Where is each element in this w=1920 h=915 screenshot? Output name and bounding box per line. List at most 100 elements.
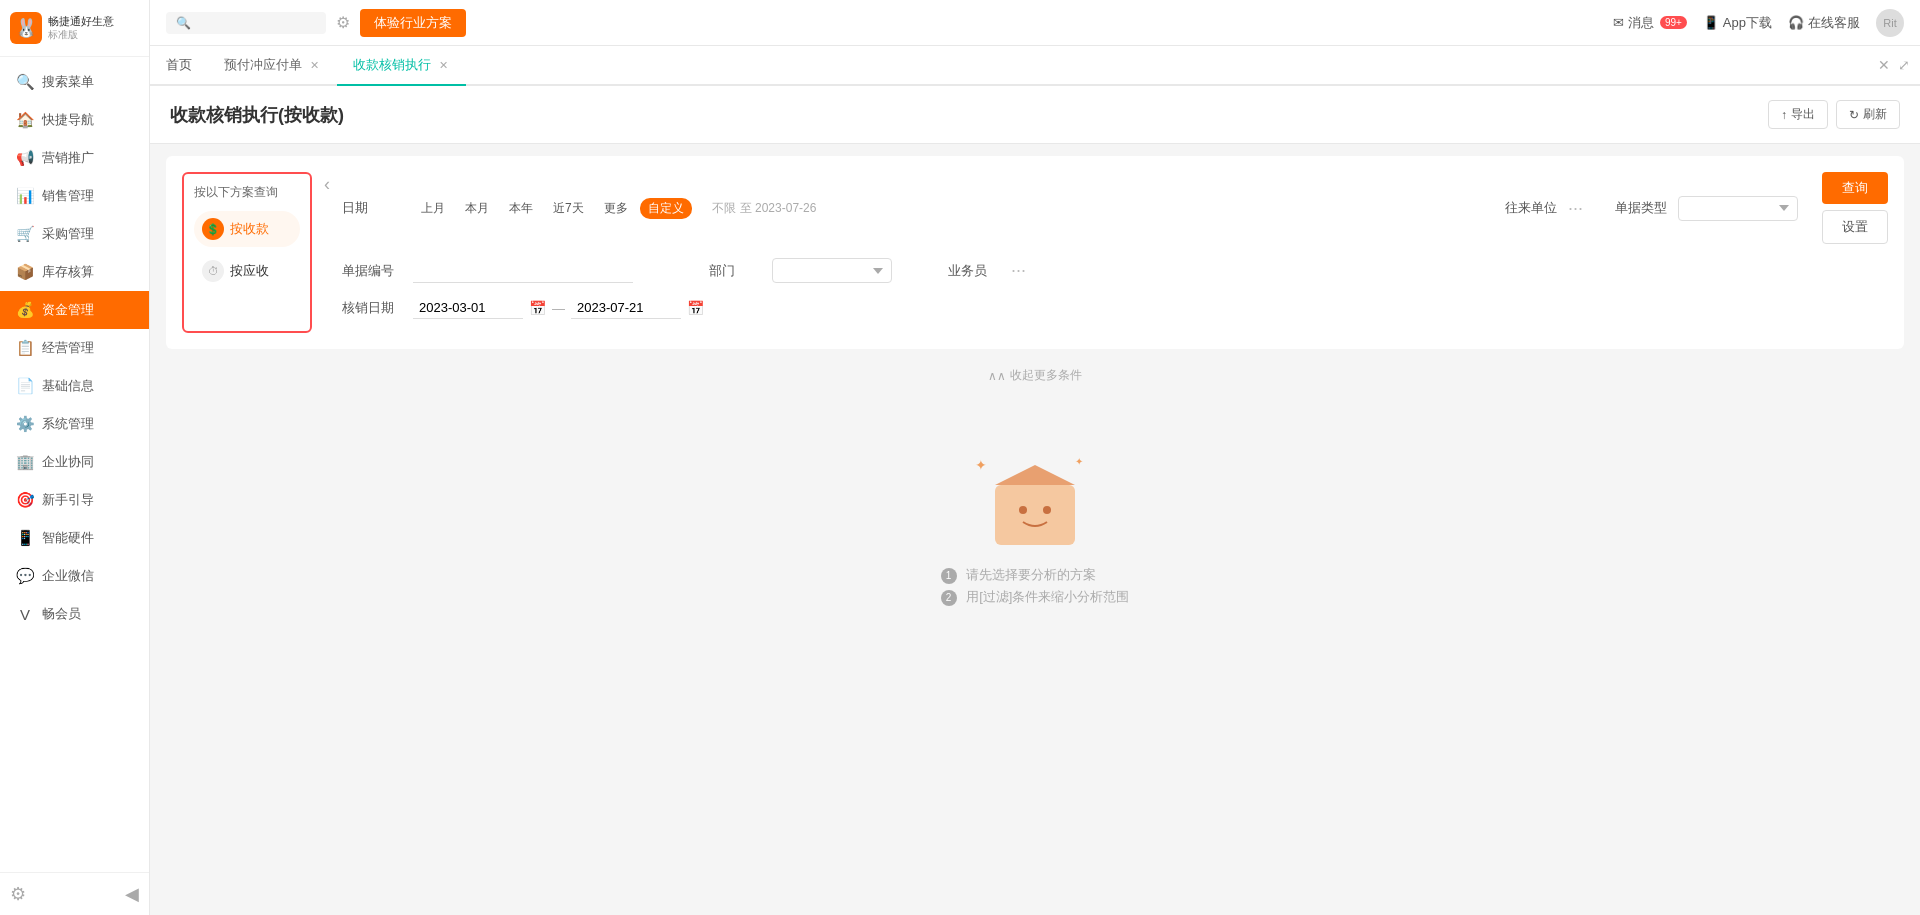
dept-select[interactable] xyxy=(772,258,892,283)
prepay-tab-close[interactable]: ✕ xyxy=(308,57,321,74)
nav-icon-business: 📋 xyxy=(16,339,34,357)
user-avatar[interactable]: Rit xyxy=(1876,9,1904,37)
logo-icon: 🐰 xyxy=(10,12,42,44)
verify-end-cal-icon[interactable]: 📅 xyxy=(687,300,704,316)
sidebar-item-member[interactable]: V 畅会员 xyxy=(0,595,149,633)
refresh-icon: ↻ xyxy=(1849,108,1859,122)
partner-group: 往来单位 ··· xyxy=(1505,198,1583,219)
nav-icon-collab: 🏢 xyxy=(16,453,34,471)
sidebar-item-sales[interactable]: 📊销售管理 xyxy=(0,177,149,215)
nav-label-hardware: 智能硬件 xyxy=(42,529,94,547)
collapse-more-section: ∧∧ 收起更多条件 xyxy=(166,361,1904,390)
sidebar-item-purchase[interactable]: 🛒采购管理 xyxy=(0,215,149,253)
filter-form: 日期 上月 本月 本年 近7天 更多 自定义 不限 至 2023-07-26 xyxy=(342,172,1888,333)
doc-type-label: 单据类型 xyxy=(1615,199,1670,217)
verify-start-cal-icon[interactable]: 📅 xyxy=(529,300,546,316)
filter-section: 按以下方案查询 💲 按收款 ⏱ 按应收 ‹ 日期 上月 本月 xyxy=(166,156,1904,349)
sidebar-item-business[interactable]: 📋 经营管理 xyxy=(0,329,149,367)
message-btn[interactable]: ✉ 消息 99+ xyxy=(1613,14,1687,32)
nav-icon-wechat: 💬 xyxy=(16,567,34,585)
svg-text:✦: ✦ xyxy=(1075,456,1083,467)
tab-prepay[interactable]: 预付冲应付单 ✕ xyxy=(208,46,337,86)
receipt-tab-close[interactable]: ✕ xyxy=(437,57,450,74)
page-content: 收款核销执行(按收款) ↑ 导出 ↻ 刷新 按以下方案查询 💲 按收款 xyxy=(150,86,1920,915)
tab-home[interactable]: 首页 xyxy=(150,46,208,86)
nav-label-marketing: 营销推广 xyxy=(42,149,94,167)
sidebar-item-collab[interactable]: 🏢企业协同 xyxy=(0,443,149,481)
sidebar-item-basicinfo[interactable]: 📄基础信息 xyxy=(0,367,149,405)
nav-label-finance: 资金管理 xyxy=(42,301,94,319)
date-btn-this-year[interactable]: 本年 xyxy=(501,198,541,219)
industry-btn[interactable]: 体验行业方案 xyxy=(360,9,466,37)
message-icon: ✉ xyxy=(1613,15,1624,30)
sidebar-item-hardware[interactable]: 📱智能硬件 xyxy=(0,519,149,557)
dept-group: 部门 xyxy=(709,258,892,283)
tab-bar: 首页 预付冲应付单 ✕ 收款核销执行 ✕ ✕ ⤢ xyxy=(150,46,1920,86)
filter-sidebar: 按以下方案查询 💲 按收款 ⏱ 按应收 xyxy=(182,172,312,333)
main-area: 🔍 ⚙ 体验行业方案 ✉ 消息 99+ 📱 App下载 🎧 在线客服 Rit xyxy=(150,0,1920,915)
empty-state: ✦ ✦ 1 请先选择要分析的方案 2 用[过滤]条件来缩小分析范围 xyxy=(150,390,1920,670)
date-custom-badge[interactable]: 自定义 xyxy=(640,198,692,219)
date-btn-this-month[interactable]: 本月 xyxy=(457,198,497,219)
date-btn-more[interactable]: 更多 xyxy=(596,198,636,219)
doc-type-select[interactable] xyxy=(1678,196,1798,221)
receipt-opt-icon: 💲 xyxy=(202,218,224,240)
header-gear-icon[interactable]: ⚙ xyxy=(336,13,350,32)
maximize-icon[interactable]: ⤢ xyxy=(1898,57,1910,73)
header-right: ✉ 消息 99+ 📱 App下载 🎧 在线客服 Rit xyxy=(1613,9,1904,37)
doc-no-input[interactable] xyxy=(413,259,633,283)
sidebar-item-marketing[interactable]: 📢 营销推广 xyxy=(0,139,149,177)
app-icon: 📱 xyxy=(1703,15,1719,30)
partner-label: 往来单位 xyxy=(1505,199,1560,217)
nav-icon-system: ⚙️ xyxy=(16,415,34,433)
filter-option-by-receivable[interactable]: ⏱ 按应收 xyxy=(194,253,300,289)
sidebar-item-quicknav[interactable]: 🏠快捷导航 xyxy=(0,101,149,139)
sidebar-item-wechat[interactable]: 💬企业微信 xyxy=(0,557,149,595)
action-btns: 查询 设置 xyxy=(1822,172,1888,244)
sidebar-item-system[interactable]: ⚙️系统管理 xyxy=(0,405,149,443)
settings-icon[interactable]: ⚙ xyxy=(10,883,26,905)
staff-dots[interactable]: ··· xyxy=(1011,260,1026,281)
app-download-btn[interactable]: 📱 App下载 xyxy=(1703,14,1772,32)
empty-illustration: ✦ ✦ xyxy=(975,450,1095,550)
close-tab-icon[interactable]: ✕ xyxy=(1878,57,1890,73)
date-btn-7days[interactable]: 近7天 xyxy=(545,198,592,219)
export-btn[interactable]: ↑ 导出 xyxy=(1768,100,1828,129)
nav-icon-inventory: 📦 xyxy=(16,263,34,281)
dept-label: 部门 xyxy=(709,262,764,280)
nav-icon-member: V xyxy=(16,606,34,623)
tab-receipt[interactable]: 收款核销执行 ✕ xyxy=(337,46,466,86)
filter-option-by-receipt[interactable]: 💲 按收款 xyxy=(194,211,300,247)
nav-icon-marketing: 📢 xyxy=(16,149,34,167)
header-search-bar[interactable]: 🔍 xyxy=(166,12,326,34)
sidebar-item-guide[interactable]: 🎯新手引导 xyxy=(0,481,149,519)
nav-icon-guide: 🎯 xyxy=(16,491,34,509)
partner-dots[interactable]: ··· xyxy=(1568,198,1583,219)
top-header: 🔍 ⚙ 体验行业方案 ✉ 消息 99+ 📱 App下载 🎧 在线客服 Rit xyxy=(150,0,1920,46)
collapse-more-btn[interactable]: ∧∧ 收起更多条件 xyxy=(988,367,1082,384)
online-service-btn[interactable]: 🎧 在线客服 xyxy=(1788,14,1860,32)
query-btn[interactable]: 查询 xyxy=(1822,172,1888,204)
sidebar-bottom: ⚙ ◀ xyxy=(0,872,149,915)
sidebar-item-finance[interactable]: 💰资金管理 xyxy=(0,291,149,329)
empty-tip-2: 2 用[过滤]条件来缩小分析范围 xyxy=(941,588,1130,606)
verify-start-date[interactable] xyxy=(413,297,523,319)
nav-icon-purchase: 🛒 xyxy=(16,225,34,243)
search-icon: 🔍 xyxy=(176,16,191,30)
nav-label-business: 经营管理 xyxy=(42,339,94,357)
sidebar-nav: 🔍搜索菜单🏠快捷导航 📢 营销推广 📊销售管理🛒采购管理📦库存核算💰资金管理 📋 经营管理… xyxy=(0,57,149,872)
refresh-btn[interactable]: ↻ 刷新 xyxy=(1836,100,1900,129)
sidebar-item-inventory[interactable]: 📦库存核算 xyxy=(0,253,149,291)
sidebar-item-search[interactable]: 🔍搜索菜单 xyxy=(0,63,149,101)
settings-btn[interactable]: 设置 xyxy=(1822,210,1888,244)
filter-collapse-btn[interactable]: ‹ xyxy=(324,174,330,333)
home-tab-label: 首页 xyxy=(166,56,192,74)
prepay-tab-label: 预付冲应付单 xyxy=(224,56,302,74)
logo-subtitle: 标准版 xyxy=(48,28,114,42)
date-btn-last-month[interactable]: 上月 xyxy=(413,198,453,219)
verify-end-date[interactable] xyxy=(571,297,681,319)
date-no-limit-text: 不限 xyxy=(712,200,736,217)
collapse-sidebar-icon[interactable]: ◀ xyxy=(125,883,139,905)
nav-label-member: 畅会员 xyxy=(42,605,81,623)
tab-bar-actions: ✕ ⤢ xyxy=(1878,46,1920,84)
